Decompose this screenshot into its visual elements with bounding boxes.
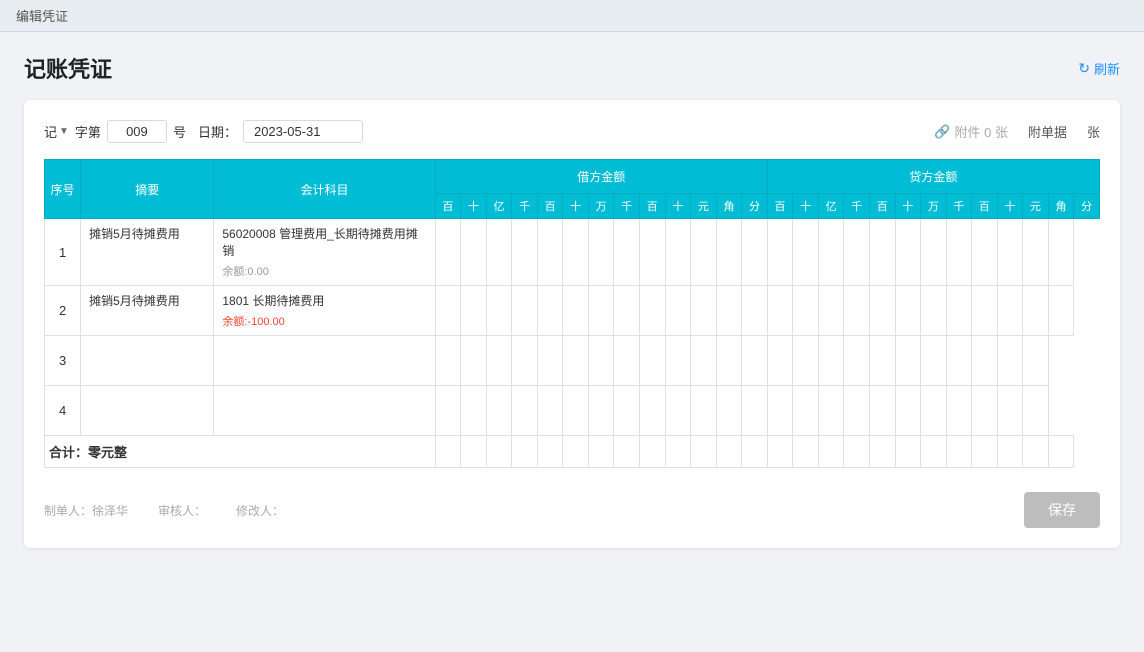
summary-cell[interactable]: 摊销5月待摊费用 <box>81 286 214 336</box>
sub-shi4: 十 <box>793 194 819 219</box>
account-cell[interactable] <box>214 386 435 436</box>
type-dropdown[interactable]: 记 ▼ <box>44 122 69 141</box>
zhang-label: 张 <box>1087 122 1100 141</box>
col-credit-header: 贷方金额 <box>767 160 1099 194</box>
sub-shi3: 十 <box>665 194 691 219</box>
type-label: 记 <box>44 122 57 141</box>
sub-yi2: 亿 <box>818 194 844 219</box>
refresh-icon: ↻ <box>1078 60 1090 77</box>
sub-shi6: 十 <box>997 194 1023 219</box>
sub-yuan1: 元 <box>691 194 717 219</box>
sub-bai5: 百 <box>869 194 895 219</box>
sub-shi5: 十 <box>895 194 921 219</box>
seq-cell: 3 <box>45 336 81 386</box>
sub-shi1: 十 <box>461 194 487 219</box>
col-account-header: 会计科目 <box>214 160 435 219</box>
sub-bai6: 百 <box>972 194 998 219</box>
voucher-meta: 记 ▼ 字第 号 日期： 🔗 附件 0 张 附单据 张 <box>44 120 1100 143</box>
table-row: 4 <box>45 386 1100 436</box>
balance-text: 余额:0.00 <box>222 263 426 279</box>
date-label: 日期： <box>198 122 237 141</box>
voucher-card: 记 ▼ 字第 号 日期： 🔗 附件 0 张 附单据 张 <box>24 100 1120 548</box>
sub-jiao1: 角 <box>716 194 742 219</box>
sub-yi1: 亿 <box>486 194 512 219</box>
attachment-area[interactable]: 🔗 附件 0 张 <box>934 122 1008 141</box>
sub-bai3: 百 <box>640 194 666 219</box>
sub-bai1: 百 <box>435 194 461 219</box>
sub-qian4: 千 <box>946 194 972 219</box>
bottom-info: 制单人：徐泽华 审核人： 修改人： <box>44 502 284 519</box>
sub-wan2: 万 <box>921 194 947 219</box>
seq-cell: 4 <box>45 386 81 436</box>
date-group: 日期： <box>198 120 363 143</box>
table-row: 3 <box>45 336 1100 386</box>
col-seq-header: 序号 <box>45 160 81 219</box>
meta-right: 🔗 附件 0 张 附单据 张 <box>934 122 1100 141</box>
refresh-label: 刷新 <box>1094 59 1120 78</box>
hao-label: 号 <box>173 122 186 141</box>
title-bar: 编辑凭证 <box>0 0 1144 32</box>
sub-wan1: 万 <box>588 194 614 219</box>
save-button[interactable]: 保存 <box>1024 492 1100 528</box>
account-cell[interactable]: 56020008 管理费用_长期待摊费用摊销 余额:0.00 <box>214 219 435 286</box>
balance-negative: 余额:-100.00 <box>222 313 426 329</box>
modifier-label: 修改人： <box>236 502 284 519</box>
refresh-button[interactable]: ↻ 刷新 <box>1078 59 1120 78</box>
sub-qian1: 千 <box>512 194 538 219</box>
sub-fen1: 分 <box>742 194 768 219</box>
footer-label: 合计：零元整 <box>45 436 436 468</box>
col-summary-header: 摘要 <box>81 160 214 219</box>
sub-jiao2: 角 <box>1048 194 1074 219</box>
footer-row: 合计：零元整 <box>45 436 1100 468</box>
sub-yuan2: 元 <box>1023 194 1049 219</box>
title-bar-label: 编辑凭证 <box>16 6 68 25</box>
paperclip-icon: 🔗 <box>934 124 950 140</box>
sub-qian3: 千 <box>844 194 870 219</box>
col-debit-header: 借方金额 <box>435 160 767 194</box>
page-header: 记账凭证 ↻ 刷新 <box>24 52 1120 84</box>
date-input[interactable] <box>243 120 363 143</box>
sub-fen2: 分 <box>1074 194 1100 219</box>
sub-shi2: 十 <box>563 194 589 219</box>
zi-label: 字第 <box>75 122 101 141</box>
account-cell[interactable]: 1801 长期待摊费用 余额:-100.00 <box>214 286 435 336</box>
sub-bai2: 百 <box>537 194 563 219</box>
table-header-top: 序号 摘要 会计科目 借方金额 贷方金额 <box>45 160 1100 194</box>
maker-label: 制单人：徐泽华 <box>44 502 128 519</box>
chevron-down-icon: ▼ <box>59 126 69 137</box>
seq-cell: 1 <box>45 219 81 286</box>
account-name: 56020008 管理费用_长期待摊费用摊销 <box>222 225 426 259</box>
seq-cell: 2 <box>45 286 81 336</box>
sub-bai4: 百 <box>767 194 793 219</box>
page-container: 记账凭证 ↻ 刷新 记 ▼ 字第 号 日期： 🔗 <box>0 32 1144 652</box>
summary-cell[interactable] <box>81 386 214 436</box>
voucher-number-input[interactable] <box>107 120 167 143</box>
voucher-table: 序号 摘要 会计科目 借方金额 贷方金额 百 十 亿 千 百 十 万 <box>44 159 1100 468</box>
single-bill-label[interactable]: 附单据 <box>1028 122 1067 141</box>
summary-cell[interactable] <box>81 336 214 386</box>
sub-qian2: 千 <box>614 194 640 219</box>
type-group: 记 ▼ 字第 号 <box>44 120 186 143</box>
auditor-label: 审核人： <box>158 502 206 519</box>
account-cell[interactable] <box>214 336 435 386</box>
account-name: 1801 长期待摊费用 <box>222 292 426 309</box>
table-wrapper: 序号 摘要 会计科目 借方金额 贷方金额 百 十 亿 千 百 十 万 <box>44 159 1100 468</box>
voucher-bottom: 制单人：徐泽华 审核人： 修改人： 保存 <box>44 484 1100 528</box>
summary-cell[interactable]: 摊销5月待摊费用 <box>81 219 214 286</box>
table-row: 1 摊销5月待摊费用 56020008 管理费用_长期待摊费用摊销 余额:0.0… <box>45 219 1100 286</box>
attachment-label: 附件 0 张 <box>955 122 1008 141</box>
page-title: 记账凭证 <box>24 52 112 84</box>
table-row: 2 摊销5月待摊费用 1801 长期待摊费用 余额:-100.00 <box>45 286 1100 336</box>
